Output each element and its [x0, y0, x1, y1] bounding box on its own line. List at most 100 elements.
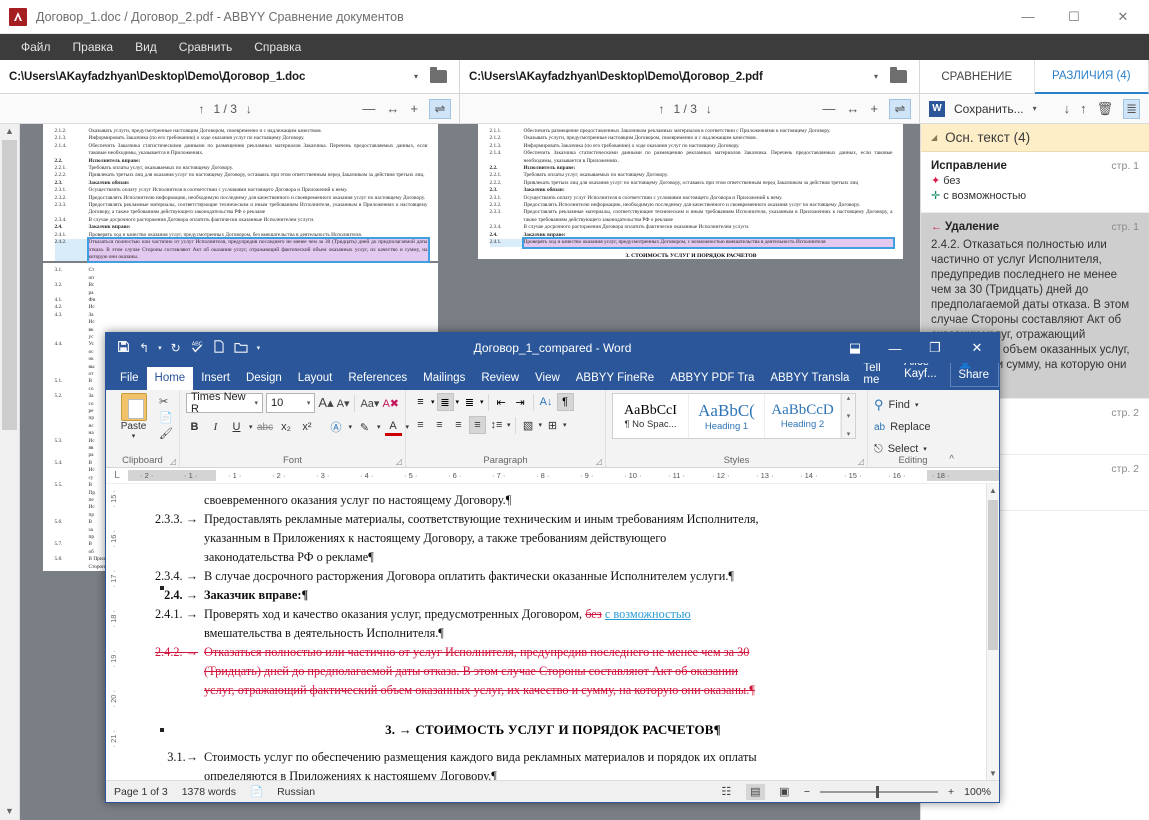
ribbon-display-options-icon[interactable]: ⬓ [835, 340, 875, 356]
next-difference-icon[interactable]: ↓ [1064, 101, 1071, 116]
word-tab-abbyy-finere[interactable]: ABBYY FineRe [568, 367, 662, 390]
menu-item-view[interactable]: Вид [124, 34, 168, 60]
right-zoom-out-icon[interactable]: — [822, 101, 835, 116]
superscript-button[interactable]: x² [299, 418, 316, 436]
save-button[interactable]: Сохранить... [954, 102, 1024, 116]
group-differences-icon[interactable]: ≣ [1123, 98, 1140, 119]
style-no-spacing[interactable]: AaBbCcI ¶ No Spac... [613, 394, 689, 438]
restore-icon[interactable]: ❐ [915, 340, 955, 356]
word-section-heading[interactable]: 3. → СТОИМОСТЬ УСЛУГ И ПОРЯДОК РАСЧЕТОВ¶ [142, 722, 964, 738]
scroll-down-icon[interactable]: ▼ [0, 806, 19, 816]
text-effects-icon[interactable]: Ⓐ [328, 418, 345, 436]
highlight-caret-icon[interactable]: ▾ [377, 423, 381, 431]
folder-icon[interactable] [890, 67, 907, 83]
align-center-icon[interactable]: ≡ [431, 416, 448, 434]
numbering-icon[interactable]: ≣ [436, 393, 454, 411]
paragraph-dialog-launcher[interactable]: ◿ [596, 457, 602, 466]
word-tab-insert[interactable]: Insert [193, 367, 238, 390]
decrease-indent-icon[interactable]: ⇤ [493, 393, 510, 411]
web-layout-icon[interactable]: ▣ [775, 784, 794, 800]
minimize-icon[interactable]: — [1005, 0, 1051, 33]
word-tab-file[interactable]: File [112, 367, 147, 390]
left-vertical-scrollbar[interactable]: ▲ ▼ [0, 124, 20, 820]
scroll-down-icon[interactable]: ▼ [987, 769, 999, 778]
font-size-input[interactable]: 10 ▾ [266, 393, 316, 413]
zoom-slider[interactable] [820, 785, 938, 798]
replace-button[interactable]: ab Replace [874, 417, 952, 437]
increase-indent-icon[interactable]: ⇥ [512, 393, 529, 411]
line-spacing-caret-icon[interactable]: ▾ [507, 421, 511, 429]
word-paragraph-line[interactable]: указанным в Приложениях к настоящему Дог… [142, 529, 964, 548]
style-heading-1[interactable]: AaBbC( Heading 1 [689, 394, 765, 438]
word-paragraph-line[interactable]: 3.1.→ Стоимость услуг по обеспечению разм… [142, 748, 964, 767]
styles-gallery[interactable]: AaBbCcI ¶ No Spac... AaBbC( Heading 1 Aa… [612, 393, 856, 439]
print-layout-icon[interactable]: ▤ [745, 783, 765, 800]
right-document-path-box[interactable]: C:\Users\AKayfadzhyan\Desktop\Demo\Догов… [460, 60, 920, 94]
word-paragraph-line[interactable]: 2.3.4. → В случае досрочного расторжения … [142, 567, 964, 586]
styles-more-icon[interactable]: ▾ [842, 430, 855, 438]
customize-qat-icon[interactable]: ▾ [257, 344, 261, 352]
underline-button[interactable]: U [228, 418, 245, 436]
redo-icon[interactable]: ↻ [171, 341, 181, 355]
styles-scroll-down-icon[interactable]: ▾ [842, 412, 855, 420]
right-prev-page-icon[interactable]: ↑ [659, 102, 665, 116]
clear-formatting-icon[interactable]: A✖ [382, 397, 399, 410]
word-paragraph-line[interactable]: вмешательства в деятельность Исполнителя… [142, 624, 964, 643]
shading-caret-icon[interactable]: ▾ [539, 421, 543, 429]
left-next-page-icon[interactable]: ↓ [246, 102, 252, 116]
folder-icon[interactable] [430, 67, 447, 83]
bullets-icon[interactable]: ≡ [412, 393, 429, 411]
find-button[interactable]: ⚲ Find ▾ [874, 395, 952, 415]
show-formatting-marks-icon[interactable]: ¶ [556, 393, 574, 411]
save-caret-icon[interactable]: ▾ [1033, 104, 1037, 113]
grow-font-icon[interactable]: A▴ [318, 395, 333, 411]
word-tab-home[interactable]: Home [146, 367, 194, 390]
change-case-icon[interactable]: Aa▾ [360, 397, 379, 410]
differences-group-header[interactable]: ◢ Осн. текст (4) [921, 124, 1149, 152]
multilevel-list-icon[interactable]: ≣ [461, 393, 478, 411]
strikethrough-button[interactable]: abc [257, 418, 274, 436]
scrollbar-thumb[interactable] [988, 500, 998, 650]
menu-item-file[interactable]: Файл [10, 34, 62, 60]
left-zoom-in-icon[interactable]: + [410, 101, 418, 116]
maximize-icon[interactable]: ☐ [1051, 0, 1097, 33]
styles-scroll[interactable]: ▴ ▾ ▾ [841, 394, 855, 438]
clipboard-dialog-launcher[interactable]: ◿ [170, 457, 176, 466]
left-sync-scroll-icon[interactable]: ⇌ [429, 98, 451, 119]
word-tab-references[interactable]: References [340, 367, 415, 390]
chevron-down-icon[interactable]: ▾ [874, 72, 890, 81]
word-paragraph-line[interactable]: своевременного оказания услуг по настоящ… [142, 491, 964, 510]
chevron-down-icon[interactable]: ▾ [414, 72, 430, 81]
numbering-caret-icon[interactable]: ▾ [456, 398, 460, 406]
shrink-font-icon[interactable]: A▾ [337, 397, 350, 410]
word-vertical-scrollbar[interactable]: ▲ ▼ [986, 484, 999, 780]
prev-difference-icon[interactable]: ↑ [1080, 101, 1087, 116]
undo-icon[interactable]: ↰ [139, 341, 149, 355]
left-zoom-out-icon[interactable]: — [362, 101, 375, 116]
styles-scroll-up-icon[interactable]: ▴ [842, 394, 855, 402]
zoom-slider-knob[interactable] [876, 785, 879, 798]
right-sync-scroll-icon[interactable]: ⇌ [889, 98, 911, 119]
save-icon[interactable] [117, 340, 130, 356]
styles-dialog-launcher[interactable]: ◿ [858, 457, 864, 466]
multilevel-caret-icon[interactable]: ▾ [480, 398, 484, 406]
left-document-path-box[interactable]: C:\Users\AKayfadzhyan\Desktop\Demo\Догов… [0, 60, 460, 94]
copy-icon[interactable]: 📄 [159, 411, 173, 424]
highlighted-difference[interactable]: Проверять ход и качество оказания услуг,… [521, 236, 895, 249]
word-paragraph-line[interactable]: 2.3.3. → Предоставлять рекламные материал… [142, 510, 964, 529]
word-tab-abbyy-pdf-tra[interactable]: ABBYY PDF Tra [662, 367, 762, 390]
word-paragraph-line[interactable]: законодательства РФ о рекламе¶ [142, 548, 964, 567]
chevron-down-icon[interactable]: ◢ [931, 133, 937, 142]
open-document-icon[interactable] [234, 341, 248, 356]
align-right-icon[interactable]: ≡ [450, 416, 467, 434]
read-mode-icon[interactable]: ☷ [717, 784, 736, 800]
font-dialog-launcher[interactable]: ◿ [396, 457, 402, 466]
word-paragraph-line[interactable]: 2.4.2. → Отказаться полностью или частичн… [142, 643, 964, 662]
text-highlight-icon[interactable]: ✎ [356, 418, 373, 436]
bullets-caret-icon[interactable]: ▾ [431, 398, 435, 406]
font-color-icon[interactable]: A [384, 418, 402, 436]
left-fit-width-icon[interactable]: ↔ [386, 101, 399, 116]
word-paragraph-line[interactable]: 2.4.1. → Проверять ход и качество оказани… [142, 605, 964, 624]
word-count-status[interactable]: 1378 words [182, 786, 236, 798]
word-page[interactable]: своевременного оказания услуг по настоящ… [128, 484, 986, 780]
